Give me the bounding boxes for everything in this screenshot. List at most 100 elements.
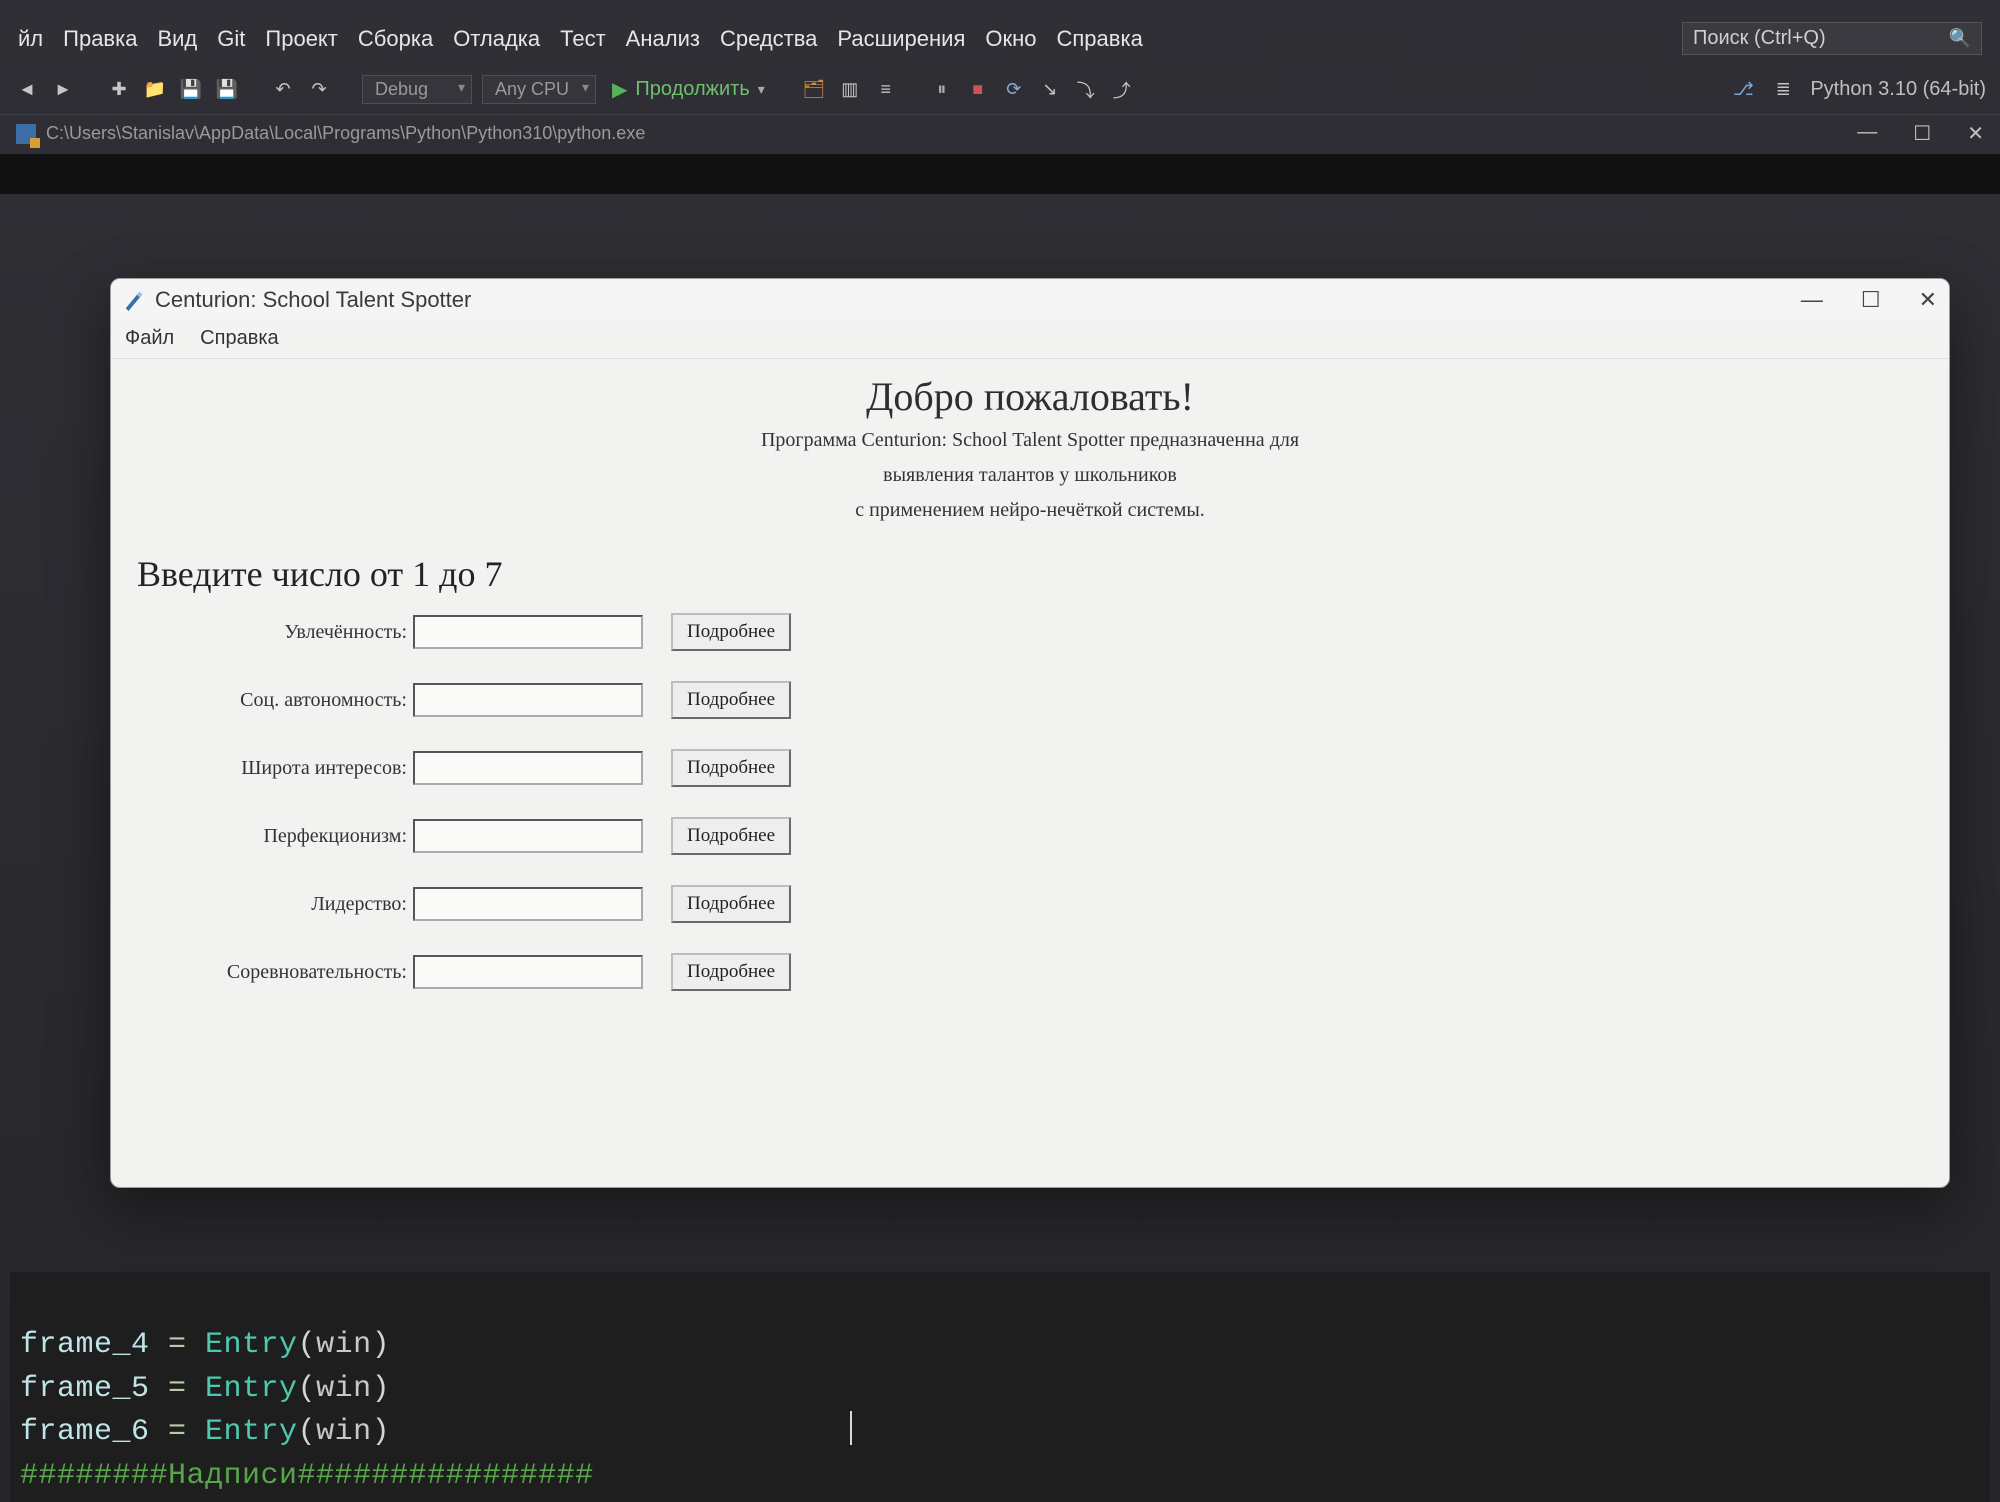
menu-edit[interactable]: Правка	[63, 26, 137, 52]
console-background	[0, 154, 2000, 194]
console-close-icon[interactable]: ✕	[1967, 121, 1984, 146]
details-button-social-autonomy[interactable]: Подробнее	[671, 681, 791, 719]
code-token: (	[298, 1415, 317, 1449]
redo-icon[interactable]: ↷	[306, 77, 332, 103]
menu-debug[interactable]: Отладка	[453, 26, 540, 52]
details-button-perfectionism[interactable]: Подробнее	[671, 817, 791, 855]
ide-search-placeholder: Поиск (Ctrl+Q)	[1693, 27, 1826, 50]
console-maximize-icon[interactable]: ☐	[1913, 121, 1931, 146]
details-button-leadership[interactable]: Подробнее	[671, 885, 791, 923]
menu-git[interactable]: Git	[217, 26, 245, 52]
code-token: win	[316, 1328, 372, 1362]
save-icon[interactable]: 💾	[178, 77, 204, 103]
python-icon	[16, 124, 36, 144]
menu-analyze[interactable]: Анализ	[626, 26, 700, 52]
nav-fwd-icon[interactable]: ►	[50, 77, 76, 103]
code-token: =	[150, 1328, 206, 1362]
step-over-icon[interactable]: ⤵	[1073, 77, 1099, 103]
app-titlebar: Centurion: School Talent Spotter — ☐ ✕	[111, 279, 1949, 321]
app-menubar: Файл Справка	[111, 321, 1949, 359]
input-prompt: Введите число от 1 до 7	[137, 553, 1923, 595]
row-leadership: Лидерство: Подробнее	[153, 885, 1929, 923]
code-token: frame_5	[20, 1372, 150, 1406]
code-token: win	[316, 1372, 372, 1406]
layout-icon[interactable]: ▥	[837, 77, 863, 103]
input-enthusiasm[interactable]	[413, 615, 643, 649]
step-into-icon[interactable]: ↘	[1037, 77, 1063, 103]
input-competitiveness[interactable]	[413, 955, 643, 989]
config-combo[interactable]: Debug	[362, 75, 472, 104]
stop-button[interactable]: ■	[965, 77, 991, 103]
label-leadership: Лидерство:	[153, 893, 413, 916]
menu-project[interactable]: Проект	[265, 26, 337, 52]
continue-label: Продолжить	[635, 78, 749, 101]
app-window: Centurion: School Talent Spotter — ☐ ✕ Ф…	[110, 278, 1950, 1188]
menu-view[interactable]: Вид	[157, 26, 197, 52]
input-social-autonomy[interactable]	[413, 683, 643, 717]
app-minimize-button[interactable]: —	[1801, 287, 1823, 313]
pause-button[interactable]: ⏸	[929, 77, 955, 103]
settings-stack-icon[interactable]: ≡	[873, 77, 899, 103]
row-enthusiasm: Увлечённость: Подробнее	[153, 613, 1929, 651]
menu-window[interactable]: Окно	[985, 26, 1036, 52]
new-item-icon[interactable]: ✚	[106, 77, 132, 103]
row-social-autonomy: Соц. автономность: Подробнее	[153, 681, 1929, 719]
search-icon: 🔍	[1949, 28, 1971, 49]
details-button-competitiveness[interactable]: Подробнее	[671, 953, 791, 991]
label-competitiveness: Соревновательность:	[153, 961, 413, 984]
tk-logo-icon	[123, 289, 145, 311]
menu-extensions[interactable]: Расширения	[837, 26, 965, 52]
branch-icon[interactable]: ⎇	[1730, 77, 1756, 103]
open-folder-icon[interactable]: 📁	[142, 77, 168, 103]
input-perfectionism[interactable]	[413, 819, 643, 853]
app-title: Centurion: School Talent Spotter	[155, 287, 471, 313]
ide-toolbar: ◄ ► ✚ 📁 💾 💾 ↶ ↷ Debug Any CPU ▶ Продолжи…	[0, 69, 2000, 115]
continue-button[interactable]: ▶ Продолжить ▾	[606, 75, 771, 104]
app-menu-help[interactable]: Справка	[200, 327, 278, 350]
step-out-icon[interactable]: ⤴	[1109, 77, 1135, 103]
app-close-button[interactable]: ✕	[1919, 287, 1937, 313]
hot-reload-icon[interactable]: 🗂	[801, 77, 827, 103]
python-env-label[interactable]: Python 3.10 (64-bit)	[1810, 78, 1986, 101]
text-caret	[850, 1411, 852, 1445]
console-path: C:\Users\Stanislav\AppData\Local\Program…	[46, 123, 645, 144]
welcome-subtitle-3: с применением нейро-нечёткой системы.	[131, 496, 1929, 525]
code-token: Entry	[205, 1372, 298, 1406]
list-icon[interactable]: ≣	[1770, 77, 1796, 103]
input-interest-breadth[interactable]	[413, 751, 643, 785]
app-menu-file[interactable]: Файл	[125, 327, 174, 350]
code-token: (	[298, 1328, 317, 1362]
code-token: frame_4	[20, 1328, 150, 1362]
console-tab: C:\Users\Stanislav\AppData\Local\Program…	[0, 115, 2000, 154]
menu-tools[interactable]: Средства	[720, 26, 817, 52]
menu-test[interactable]: Тест	[560, 26, 606, 52]
code-token: frame_6	[20, 1415, 150, 1449]
ide-menubar: йл Правка Вид Git Проект Сборка Отладка …	[0, 0, 2000, 69]
welcome-subtitle-1: Программа Centurion: School Talent Spott…	[131, 426, 1929, 455]
chevron-down-icon: ▾	[758, 81, 765, 98]
code-comment: ########Надписи################	[20, 1459, 594, 1493]
app-maximize-button[interactable]: ☐	[1861, 287, 1881, 313]
platform-combo[interactable]: Any CPU	[482, 75, 596, 104]
details-button-enthusiasm[interactable]: Подробнее	[671, 613, 791, 651]
label-interest-breadth: Широта интересов:	[153, 757, 413, 780]
ide-search-box[interactable]: Поиск (Ctrl+Q) 🔍	[1682, 22, 1982, 55]
ide-shell: йл Правка Вид Git Проект Сборка Отладка …	[0, 0, 2000, 1502]
code-token: =	[150, 1415, 206, 1449]
save-all-icon[interactable]: 💾	[214, 77, 240, 103]
restart-button[interactable]: ⟳	[1001, 77, 1027, 103]
nav-back-icon[interactable]: ◄	[14, 77, 40, 103]
details-button-interest-breadth[interactable]: Подробнее	[671, 749, 791, 787]
label-enthusiasm: Увлечённость:	[153, 621, 413, 644]
input-leadership[interactable]	[413, 887, 643, 921]
menu-build[interactable]: Сборка	[358, 26, 433, 52]
menu-file[interactable]: йл	[18, 26, 43, 52]
undo-icon[interactable]: ↶	[270, 77, 296, 103]
code-token: Entry	[205, 1328, 298, 1362]
row-competitiveness: Соревновательность: Подробнее	[153, 953, 1929, 991]
code-token: )	[372, 1328, 391, 1362]
editor-code-view[interactable]: frame_4 = Entry(win) frame_5 = Entry(win…	[10, 1272, 1990, 1502]
console-minimize-icon[interactable]: —	[1857, 121, 1877, 146]
welcome-subtitle-2: выявления талантов у школьников	[131, 461, 1929, 490]
menu-help[interactable]: Справка	[1057, 26, 1143, 52]
